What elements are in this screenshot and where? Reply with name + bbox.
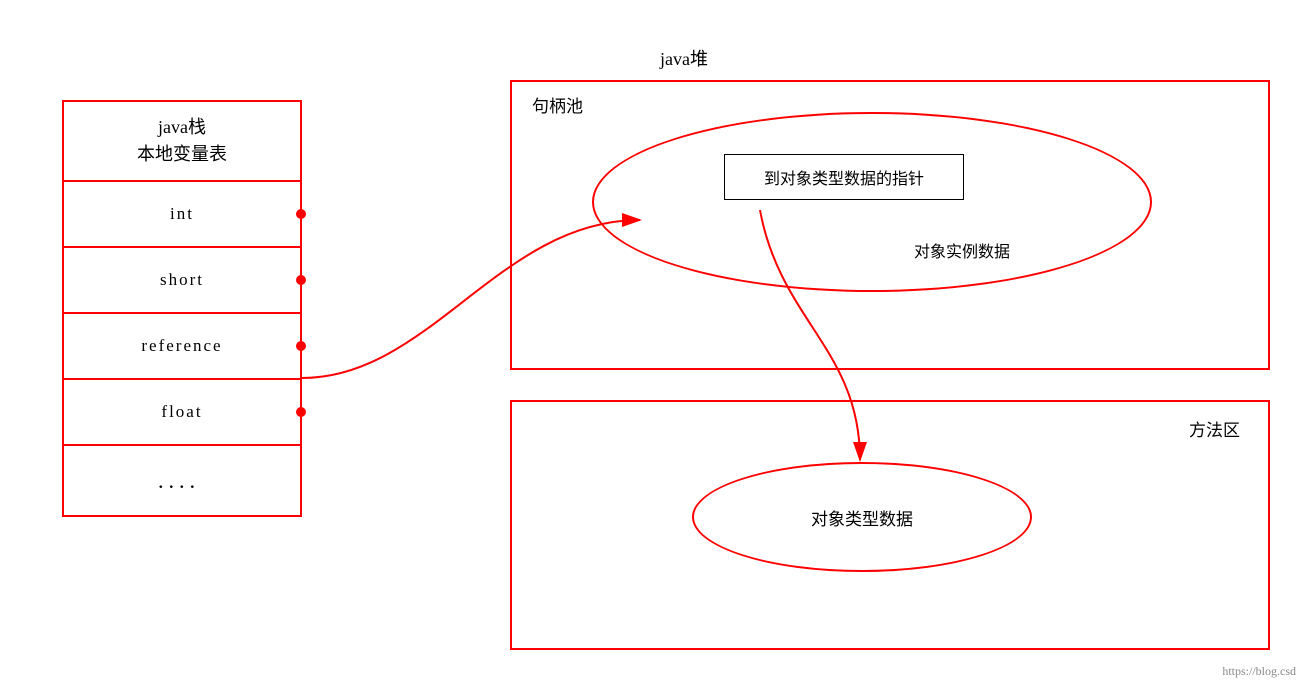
stack-title-line2: 本地变量表: [137, 144, 227, 164]
stack-header: java栈 本地变量表: [64, 102, 300, 182]
stack-title-line1: java栈: [158, 117, 206, 137]
method-area: 方法区 对象类型数据: [510, 400, 1270, 650]
stack-cell-reference: reference: [64, 314, 300, 380]
watermark: https://blog.csd: [1222, 664, 1296, 679]
java-stack: java栈 本地变量表 int short reference float ．．…: [62, 100, 302, 517]
stack-cell-int: int: [64, 182, 300, 248]
instance-data-label: 对象实例数据: [914, 238, 1010, 262]
java-heap-label: java堆: [660, 45, 708, 71]
handle-box: 到对象类型数据的指针: [724, 154, 964, 200]
stack-cell-float: float: [64, 380, 300, 446]
stack-cell-short: short: [64, 248, 300, 314]
java-heap: 句柄池 到对象类型数据的指针 对象实例数据: [510, 80, 1270, 370]
method-area-label: 方法区: [1189, 416, 1240, 441]
handle-oval: 到对象类型数据的指针 对象实例数据: [592, 112, 1152, 292]
diagram-container: java栈 本地变量表 int short reference float ．．…: [0, 0, 1308, 691]
handle-pool-label: 句柄池: [532, 92, 583, 117]
method-oval: 对象类型数据: [692, 462, 1032, 572]
stack-cell-dots: ．．．．: [64, 446, 300, 515]
